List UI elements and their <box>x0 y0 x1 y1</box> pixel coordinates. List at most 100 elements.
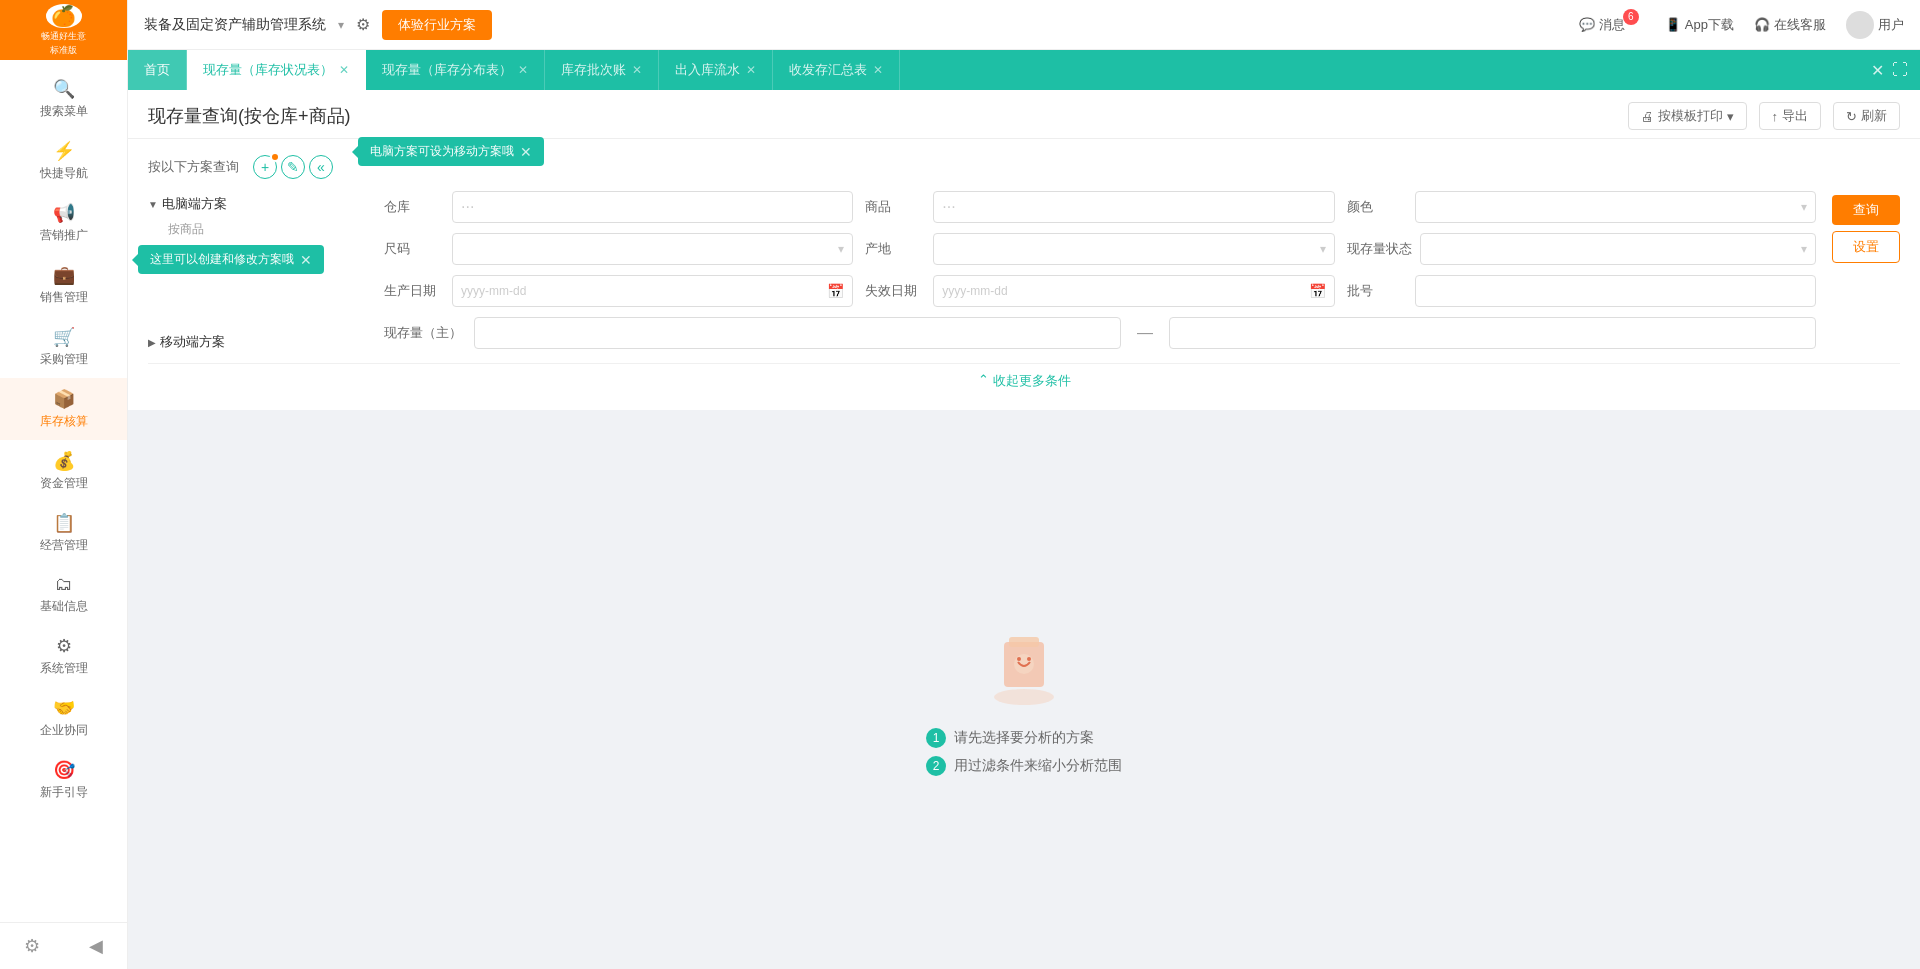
tab-batch-account[interactable]: 库存批次账 ✕ <box>545 50 659 90</box>
expire-date-calendar-icon[interactable]: 📅 <box>1309 283 1326 299</box>
sidebar-item-marketing[interactable]: 📢 营销推广 <box>0 192 127 254</box>
sidebar-item-label: 快捷导航 <box>40 165 88 182</box>
industry-btn[interactable]: 体验行业方案 <box>382 10 492 40</box>
sidebar-item-purchase[interactable]: 🛒 采购管理 <box>0 316 127 378</box>
notification-item[interactable]: 💬 消息 6 <box>1579 16 1645 34</box>
produce-date-calendar-icon[interactable]: 📅 <box>827 283 844 299</box>
fields-row-2: 尺码 ▾ 产地 ▾ <box>384 233 1816 265</box>
tabs-close-all-icon[interactable]: ✕ <box>1871 61 1884 80</box>
field-size: 尺码 ▾ <box>384 233 853 265</box>
field-produce-date: 生产日期 yyyy-mm-dd 📅 <box>384 275 853 307</box>
close-tab-batch-account[interactable]: ✕ <box>632 63 642 77</box>
scheme-mobile[interactable]: ▶ 移动端方案 <box>148 329 368 355</box>
color-label: 颜色 <box>1347 198 1407 216</box>
sidebar-item-operations[interactable]: 📋 经营管理 <box>0 502 127 564</box>
fields-row-1: 仓库 ··· 商品 ··· 颜色 <box>384 191 1816 223</box>
support-label: 在线客服 <box>1774 16 1826 34</box>
scheme-arrow-mobile: ▶ <box>148 337 156 348</box>
template-print-btn[interactable]: 🖨 按模板打印 ▾ <box>1628 102 1747 130</box>
reset-button[interactable]: 设置 <box>1832 231 1900 263</box>
tab-home[interactable]: 首页 <box>128 50 187 90</box>
goods-input[interactable]: ··· <box>933 191 1334 223</box>
close-tab-stock-dist[interactable]: ✕ <box>518 63 528 77</box>
settings-icon[interactable]: ⚙ <box>356 15 370 34</box>
empty-step-1: 1 请先选择要分析的方案 <box>926 728 1122 748</box>
inout-flow-tab-label: 出入库流水 <box>675 61 740 79</box>
sidebar-item-finance[interactable]: 💰 资金管理 <box>0 440 127 502</box>
tab-recv-send[interactable]: 收发存汇总表 ✕ <box>773 50 900 90</box>
sidebar-item-system[interactable]: ⚙ 系统管理 <box>0 625 127 687</box>
sidebar-item-base[interactable]: 🗂 基础信息 <box>0 564 127 625</box>
stock-status-select[interactable]: ▾ <box>1420 233 1816 265</box>
tooltip-text-2: 这里可以创建和修改方案哦 <box>150 251 294 268</box>
system-dropdown-icon[interactable]: ▾ <box>338 18 344 32</box>
sidebar-item-sales[interactable]: 💼 销售管理 <box>0 254 127 316</box>
color-select[interactable]: ▾ <box>1415 191 1816 223</box>
header-left: 装备及固定资产辅助管理系统 ▾ ⚙ 体验行业方案 <box>144 10 492 40</box>
inventory-to-input[interactable] <box>1169 317 1816 349</box>
sidebar-item-guide[interactable]: 🎯 新手引导 <box>0 749 127 811</box>
search-menu-icon: 🔍 <box>53 78 75 100</box>
close-tab-stock-status[interactable]: ✕ <box>339 63 349 77</box>
settings-bottom-icon[interactable]: ⚙ <box>24 935 40 957</box>
sidebar-item-search[interactable]: 🔍 搜索菜单 <box>0 68 127 130</box>
print-icon: 🖨 <box>1641 109 1654 124</box>
arrow-left-btn[interactable]: « <box>309 155 333 179</box>
page-title-row: 现存量查询(按仓库+商品) 🖨 按模板打印 ▾ ↑ 导出 ↻ 刷新 <box>148 102 1900 138</box>
edit-scheme-btn[interactable]: ✎ <box>281 155 305 179</box>
chevron-down-icon: ▾ <box>1727 109 1734 124</box>
filter-area: 按以下方案查询 + ✎ « 电脑方案可设为移动方案哦 ✕ <box>128 139 1920 410</box>
refresh-btn[interactable]: ↻ 刷新 <box>1833 102 1900 130</box>
app-download-item[interactable]: 📱 App下载 <box>1665 16 1734 34</box>
close-tooltip-1[interactable]: ✕ <box>520 144 532 160</box>
tab-stock-status[interactable]: 现存量（库存状况表） ✕ <box>187 50 366 90</box>
scheme-child-item-1[interactable]: 按商品 <box>168 217 368 242</box>
collapse-sidebar-icon[interactable]: ◀ <box>89 935 103 957</box>
tabs-bar: 首页 现存量（库存状况表） ✕ 现存量（库存分布表） ✕ 库存批次账 ✕ 出入库… <box>128 50 1920 90</box>
scheme-desktop[interactable]: ▼ 电脑端方案 <box>148 191 368 217</box>
edit-icon: ✎ <box>287 159 299 175</box>
collapse-row[interactable]: ⌃ 收起更多条件 <box>148 363 1900 398</box>
sidebar-item-enterprise[interactable]: 🤝 企业协同 <box>0 687 127 749</box>
home-tab-label: 首页 <box>144 61 170 79</box>
notification-icon: 💬 <box>1579 17 1595 32</box>
warehouse-input[interactable]: ··· <box>452 191 853 223</box>
support-item[interactable]: 🎧 在线客服 <box>1754 16 1826 34</box>
origin-select[interactable]: ▾ <box>933 233 1334 265</box>
produce-date-input[interactable]: yyyy-mm-dd 📅 <box>452 275 853 307</box>
batch-account-tab-label: 库存批次账 <box>561 61 626 79</box>
sidebar-item-label: 库存核算 <box>40 413 88 430</box>
sidebar-item-label: 企业协同 <box>40 722 88 739</box>
add-scheme-btn[interactable]: + <box>253 155 277 179</box>
inventory-from-input[interactable] <box>474 317 1121 349</box>
tab-stock-dist[interactable]: 现存量（库存分布表） ✕ <box>366 50 545 90</box>
close-tab-recv-send[interactable]: ✕ <box>873 63 883 77</box>
sidebar-item-quicknav[interactable]: ⚡ 快捷导航 <box>0 130 127 192</box>
empty-step-2: 2 用过滤条件来缩小分析范围 <box>926 756 1122 776</box>
batch-no-input[interactable] <box>1415 275 1816 307</box>
field-batch-no: 批号 <box>1347 275 1816 307</box>
stock-status-label: 现存量状态 <box>1347 240 1412 258</box>
user-label: 用户 <box>1878 16 1904 34</box>
user-item[interactable]: 用户 <box>1846 11 1904 39</box>
finance-icon: 💰 <box>53 450 75 472</box>
empty-steps: 1 请先选择要分析的方案 2 用过滤条件来缩小分析范围 <box>926 728 1122 776</box>
close-tooltip-2[interactable]: ✕ <box>300 252 312 268</box>
export-btn[interactable]: ↑ 导出 <box>1759 102 1822 130</box>
svg-point-0 <box>994 689 1054 705</box>
close-tab-inout-flow[interactable]: ✕ <box>746 63 756 77</box>
step-2-text: 用过滤条件来缩小分析范围 <box>954 757 1122 775</box>
inventory-range-row: 现存量（主） — <box>384 317 1816 349</box>
svg-point-4 <box>1017 657 1021 661</box>
expire-date-input[interactable]: yyyy-mm-dd 📅 <box>933 275 1334 307</box>
sidebar-item-label: 搜索菜单 <box>40 103 88 120</box>
field-stock-status: 现存量状态 ▾ <box>1347 233 1816 265</box>
sidebar-item-label: 基础信息 <box>40 598 88 615</box>
search-button[interactable]: 查询 <box>1832 195 1900 225</box>
tabs-expand-icon[interactable]: ⛶ <box>1892 61 1908 79</box>
tab-inout-flow[interactable]: 出入库流水 ✕ <box>659 50 773 90</box>
field-color: 颜色 ▾ <box>1347 191 1816 223</box>
sidebar-item-inventory[interactable]: 📦 库存核算 <box>0 378 127 440</box>
warehouse-dots: ··· <box>461 198 474 216</box>
size-select[interactable]: ▾ <box>452 233 853 265</box>
